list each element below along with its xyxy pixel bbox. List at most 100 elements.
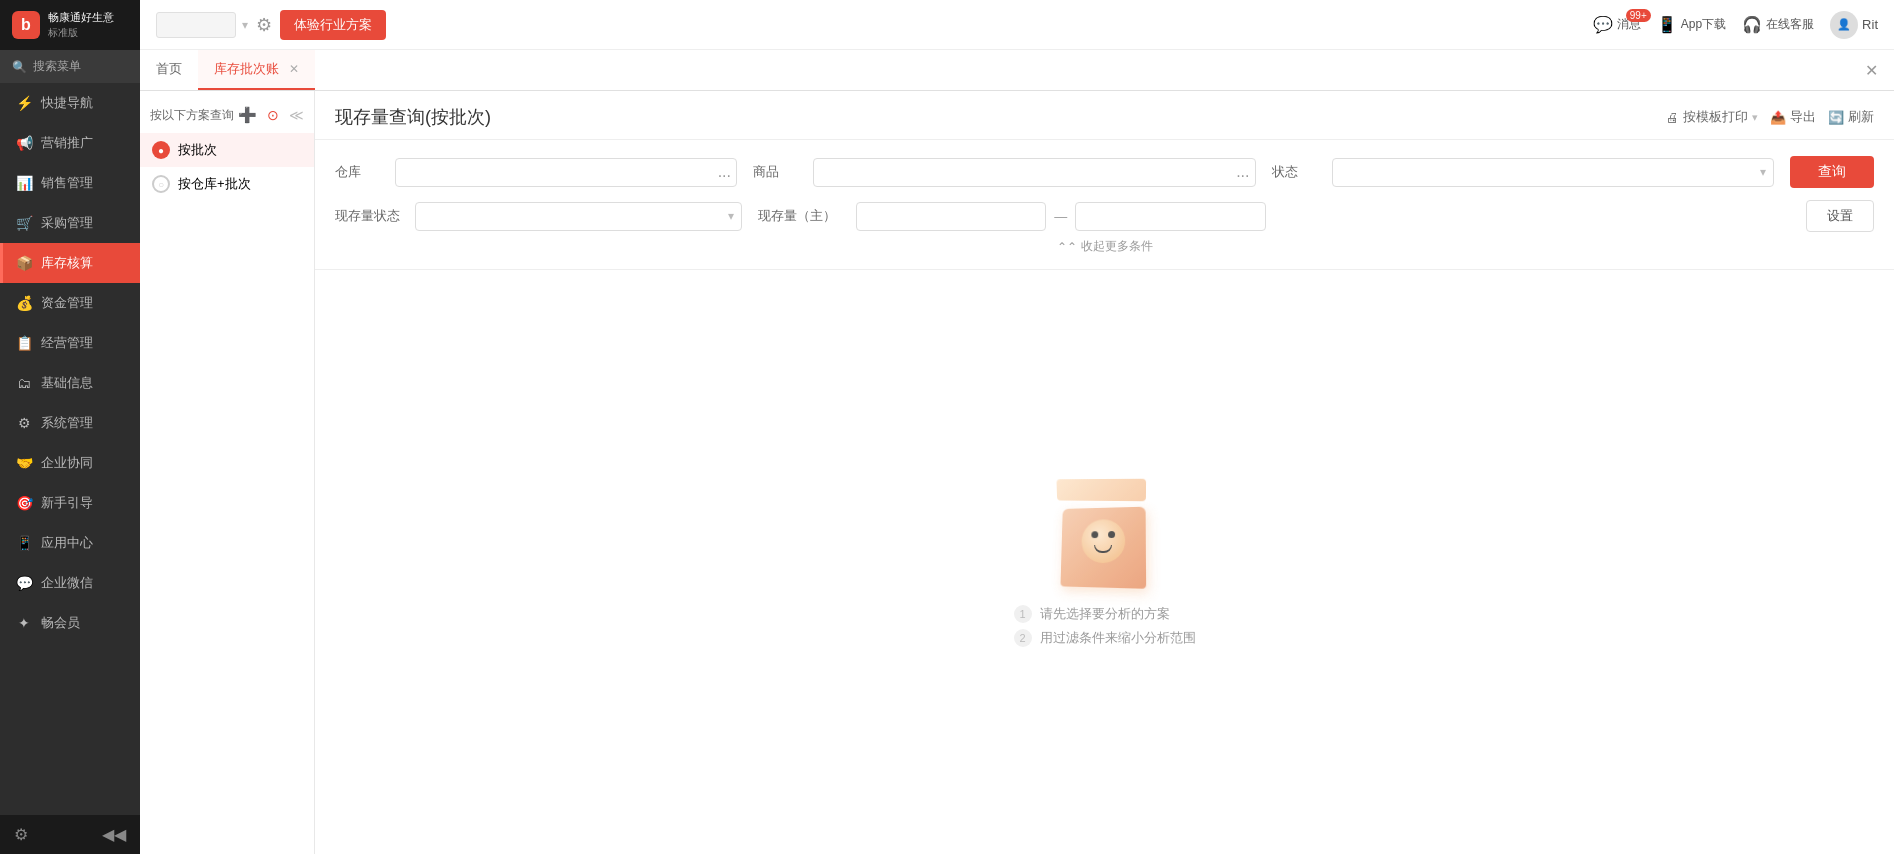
sidebar-item-label: 应用中心: [41, 534, 93, 552]
goods-input-wrap: ...: [813, 158, 1256, 187]
export-icon: 📤: [1770, 110, 1786, 125]
status-select-wrap: ▾: [1332, 158, 1775, 187]
query-btn[interactable]: 查询: [1790, 156, 1874, 188]
online-service-btn[interactable]: 🎧 在线客服: [1742, 15, 1814, 34]
app-center-icon: 📱: [15, 534, 33, 552]
scheme-item-by-batch[interactable]: ● 按批次: [140, 133, 314, 167]
tab-home[interactable]: 首页: [140, 50, 198, 90]
sidebar-item-label: 快捷导航: [41, 94, 93, 112]
sidebar-item-finance[interactable]: 💰 资金管理: [0, 283, 140, 323]
warehouse-label: 仓库: [335, 163, 395, 181]
sidebar-item-operation[interactable]: 📋 经营管理: [0, 323, 140, 363]
scheme-item-label: 按仓库+批次: [178, 175, 251, 193]
sidebar-item-purchase[interactable]: 🛒 采购管理: [0, 203, 140, 243]
add-scheme-icon[interactable]: ➕: [237, 105, 257, 125]
user-menu[interactable]: 👤 Rit: [1830, 11, 1878, 39]
scheme-item-by-warehouse-batch[interactable]: ○ 按仓库+批次: [140, 167, 314, 201]
goods-filter-group: 商品 ...: [753, 158, 1256, 187]
topbar-icons: 💬 消息 99+ 📱 App下载 🎧 在线客服 👤 Rit: [1593, 11, 1878, 39]
sidebar-item-label: 库存核算: [41, 254, 93, 272]
stock-amount-to-input[interactable]: [1075, 202, 1266, 231]
collapse-label: 收起更多条件: [1081, 238, 1153, 255]
query-title-row: 现存量查询(按批次) 🖨 按模板打印 ▾ 📤 导出 🔄: [335, 105, 1874, 139]
chevron-up-icon: ⌃⌃: [1057, 240, 1077, 254]
online-service-label: 在线客服: [1766, 16, 1814, 33]
tab-inventory-batch[interactable]: 库存批次账 ✕: [198, 50, 315, 90]
sidebar-item-system[interactable]: ⚙ 系统管理: [0, 403, 140, 443]
warehouse-input[interactable]: [395, 158, 737, 187]
purchase-icon: 🛒: [15, 214, 33, 232]
collapse-filters-btn[interactable]: ⌃⌃ 收起更多条件: [335, 232, 1874, 257]
filter-area: 仓库 ... 商品 ...: [315, 140, 1894, 270]
tab-panel-close-btn[interactable]: ✕: [1849, 51, 1894, 90]
page-content: 按以下方案查询 ➕ ⊙ ≪ ● 按批次 ○ 按仓库+批次 现存量查询(按: [140, 91, 1894, 854]
empty-tips: 1 请先选择要分析的方案 2 用过滤条件来缩小分析范围: [1014, 605, 1196, 647]
sidebar-item-quick-nav[interactable]: ⚡ 快捷导航: [0, 83, 140, 123]
sidebar-item-vip[interactable]: ✦ 畅会员: [0, 603, 140, 643]
empty-tip-1: 1 请先选择要分析的方案: [1014, 605, 1196, 623]
sidebar-item-label: 营销推广: [41, 134, 93, 152]
sidebar-item-label: 企业微信: [41, 574, 93, 592]
sidebar-item-inventory[interactable]: 📦 库存核算: [0, 243, 140, 283]
sidebar-search[interactable]: 🔍 搜索菜单: [0, 50, 140, 83]
goods-label: 商品: [753, 163, 813, 181]
sidebar-item-enterprise[interactable]: 🤝 企业协同: [0, 443, 140, 483]
tip-text-1: 请先选择要分析的方案: [1040, 605, 1170, 623]
empty-content: 1 请先选择要分析的方案 2 用过滤条件来缩小分析范围: [1014, 477, 1196, 647]
stock-amount-from-input[interactable]: [856, 202, 1047, 231]
status-select[interactable]: [1332, 158, 1775, 187]
sidebar-bottom: ⚙ ◀◀: [0, 815, 140, 854]
basic-icon: 🗂: [15, 374, 33, 392]
sidebar-logo: b 畅康通好生意 标准版: [0, 0, 140, 50]
app-download-btn[interactable]: 📱 App下载: [1657, 15, 1726, 34]
stock-status-select-wrap: ▾: [415, 202, 742, 231]
sidebar-item-basic[interactable]: 🗂 基础信息: [0, 363, 140, 403]
experience-btn[interactable]: 体验行业方案: [280, 10, 386, 40]
scheme-header-label: 按以下方案查询: [150, 107, 234, 124]
empty-tip-2: 2 用过滤条件来缩小分析范围: [1014, 629, 1196, 647]
empty-state: 1 请先选择要分析的方案 2 用过滤条件来缩小分析范围: [315, 270, 1894, 854]
filter-row-1: 仓库 ... 商品 ...: [335, 156, 1874, 188]
warehouse-more-btn[interactable]: ...: [718, 163, 731, 181]
topbar-settings-icon[interactable]: ⚙: [256, 14, 272, 36]
collapse-sidebar-icon[interactable]: ◀◀: [102, 825, 126, 844]
goods-input[interactable]: [813, 158, 1256, 187]
sidebar-item-sales[interactable]: 📊 销售管理: [0, 163, 140, 203]
filter-row-2: 现存量状态 ▾ 现存量（主）: [335, 200, 1874, 232]
stock-status-select[interactable]: [415, 202, 742, 231]
sidebar-item-app-center[interactable]: 📱 应用中心: [0, 523, 140, 563]
sidebar-item-label: 采购管理: [41, 214, 93, 232]
tab-close-icon[interactable]: ✕: [289, 62, 299, 76]
scheme-item-label: 按批次: [178, 141, 217, 159]
sidebar-item-marketing[interactable]: 📢 营销推广: [0, 123, 140, 163]
print-btn[interactable]: 🖨 按模板打印 ▾: [1666, 108, 1758, 126]
goods-more-btn[interactable]: ...: [1236, 163, 1249, 181]
settings-scheme-icon[interactable]: ⊙: [263, 105, 283, 125]
main-area: ▾ ⚙ 体验行业方案 💬 消息 99+ 📱 App下载 🎧 在线客服 👤: [140, 0, 1894, 854]
chevron-down-icon: ▾: [242, 18, 248, 32]
search-icon: 🔍: [12, 60, 27, 74]
stock-status-filter-group: 现存量状态 ▾: [335, 202, 742, 231]
settings-btn[interactable]: 设置: [1806, 200, 1874, 232]
scheme-inactive-dot: ○: [152, 175, 170, 193]
tip-num-1: 1: [1014, 605, 1032, 623]
search-label: 搜索菜单: [33, 58, 81, 75]
export-btn[interactable]: 📤 导出: [1770, 108, 1816, 126]
sidebar-item-label: 新手引导: [41, 494, 93, 512]
export-label: 导出: [1790, 108, 1816, 126]
refresh-icon: 🔄: [1828, 110, 1844, 125]
warehouse-filter-group: 仓库 ...: [335, 158, 737, 187]
sidebar-item-wechat[interactable]: 💬 企业微信: [0, 563, 140, 603]
phone-icon: 📱: [1657, 15, 1677, 34]
collapse-scheme-icon[interactable]: ≪: [289, 107, 304, 123]
sidebar-item-guide[interactable]: 🎯 新手引导: [0, 483, 140, 523]
scheme-active-dot: ●: [152, 141, 170, 159]
settings-bottom-icon[interactable]: ⚙: [14, 825, 28, 844]
empty-box-lid: [1056, 479, 1146, 502]
refresh-btn[interactable]: 🔄 刷新: [1828, 108, 1874, 126]
message-btn[interactable]: 💬 消息 99+: [1593, 15, 1641, 34]
message-icon: 💬: [1593, 15, 1613, 34]
print-chevron-icon: ▾: [1752, 111, 1758, 124]
sidebar-item-label: 基础信息: [41, 374, 93, 392]
page-title: 现存量查询(按批次): [335, 105, 491, 129]
